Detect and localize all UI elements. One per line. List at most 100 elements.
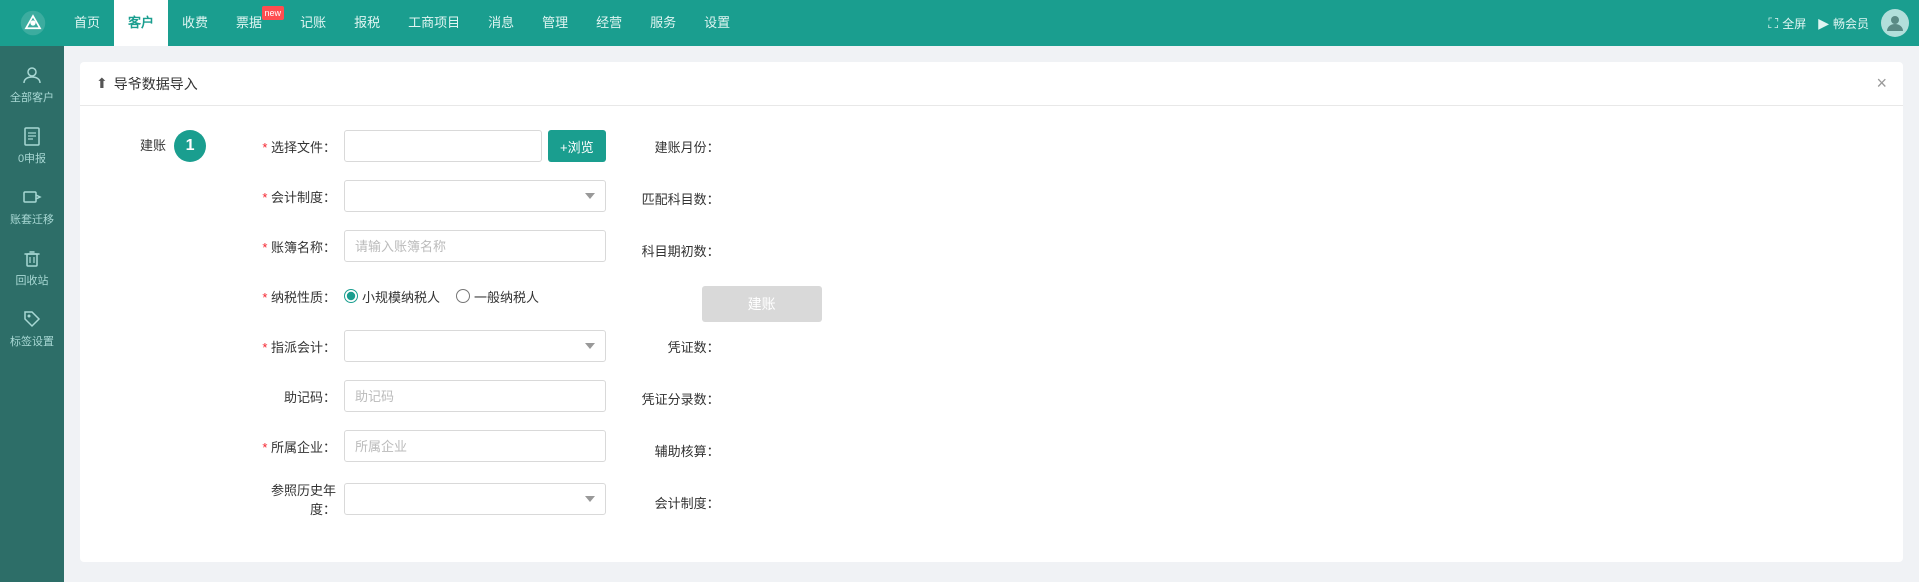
fullscreen-btn[interactable]: ⛶ 全屏	[1768, 15, 1806, 32]
migrate-icon	[21, 186, 43, 208]
accountant-row: 指派会计：	[254, 330, 606, 362]
sidebar-item-recycle[interactable]: 回收站	[0, 239, 64, 296]
sidebar-item-declare[interactable]: 0申报	[0, 117, 64, 174]
accounting-system-row: 会计制度：	[254, 180, 606, 212]
info-label-5: 辅助核算：	[638, 441, 728, 460]
import-icon: ⬆	[96, 75, 108, 92]
fullscreen-icon: ⛶	[1768, 15, 1778, 32]
ledger-name-row: 账簿名称：	[254, 230, 606, 262]
user-avatar[interactable]	[1881, 9, 1909, 37]
nav-operation[interactable]: 经营	[582, 0, 636, 46]
accounting-system-select[interactable]	[344, 180, 606, 212]
main-layout: 全部客户 0申报 账套迁移	[0, 46, 1919, 582]
sidebar-item-label: 账套迁移	[10, 211, 54, 227]
import-panel: ⬆ 导爷数据导入 × 建账 1	[80, 62, 1903, 562]
build-btn-row: 建账	[638, 286, 886, 322]
sidebar-item-tags[interactable]: 标签设置	[0, 300, 64, 357]
declare-icon	[21, 125, 43, 147]
nav-message[interactable]: 消息	[474, 0, 528, 46]
top-navigation: 首页 客户 收费 票据 new 记账 报税 工商项目 消息 管理 经营 服务 设…	[0, 0, 1919, 46]
nav-manage[interactable]: 管理	[528, 0, 582, 46]
info-row-4: 凭证分录数：	[638, 382, 886, 414]
info-label-4: 凭证分录数：	[638, 389, 728, 408]
browse-button[interactable]: +浏览	[548, 130, 606, 162]
sidebar-item-label: 0申报	[18, 150, 46, 166]
user-icon	[21, 64, 43, 86]
info-row-0: 建账月份：	[638, 130, 886, 162]
accountant-label: 指派会计：	[254, 337, 344, 356]
topnav-right: ⛶ 全屏 ▶ 畅会员	[1768, 9, 1909, 37]
info-label-1: 匹配科目数：	[638, 189, 728, 208]
nav-customer[interactable]: 客户	[114, 0, 168, 46]
form-area: 建账 1 选择文件： +浏览	[80, 106, 1903, 562]
nav-invoice[interactable]: 票据 new	[222, 0, 286, 46]
trash-icon	[21, 247, 43, 269]
app-logo	[10, 0, 56, 46]
info-label-3: 凭证数：	[638, 337, 728, 356]
info-row-1: 匹配科目数：	[638, 182, 886, 214]
sidebar-item-label: 标签设置	[10, 333, 54, 349]
build-button[interactable]: 建账	[702, 286, 822, 322]
radio-general-label: 一般纳税人	[474, 287, 539, 306]
step-circle: 1	[174, 130, 206, 162]
tax-type-label: 纳税性质：	[254, 287, 344, 306]
history-year-row: 参照历史年度：	[254, 480, 606, 518]
nav-items: 首页 客户 收费 票据 new 记账 报税 工商项目 消息 管理 经营 服务 设…	[60, 0, 1768, 46]
radio-small-scale-label: 小规模纳税人	[362, 287, 440, 306]
accounting-system-label: 会计制度：	[254, 187, 344, 206]
ledger-name-input[interactable]	[344, 230, 606, 262]
memo-label: 助记码：	[254, 387, 344, 406]
vip-btn[interactable]: ▶ 畅会员	[1818, 15, 1869, 32]
sidebar: 全部客户 0申报 账套迁移	[0, 46, 64, 582]
info-label-2: 科目期初数：	[638, 241, 728, 260]
left-section: 建账 1 选择文件： +浏览	[140, 130, 606, 538]
tax-type-group: 小规模纳税人 一般纳税人	[344, 280, 539, 312]
sidebar-item-label: 回收站	[16, 272, 49, 288]
info-label-0: 建账月份：	[638, 137, 728, 156]
info-row-2: 科目期初数：	[638, 234, 886, 266]
step-label: 建账	[140, 130, 166, 162]
right-info: 建账月份： 匹配科目数： 科目期初数： 建账	[606, 130, 886, 538]
panel-title: 导爷数据导入	[114, 74, 198, 94]
radio-general-input[interactable]	[456, 289, 470, 303]
history-year-label: 参照历史年度：	[254, 480, 344, 518]
info-label-6: 会计制度：	[638, 493, 728, 512]
nav-service[interactable]: 服务	[636, 0, 690, 46]
radio-general[interactable]: 一般纳税人	[456, 287, 539, 306]
nav-business-project[interactable]: 工商项目	[394, 0, 474, 46]
file-input[interactable]	[344, 130, 542, 162]
file-label: 选择文件：	[254, 137, 344, 156]
info-row-6: 会计制度：	[638, 486, 886, 518]
file-input-wrapper: +浏览	[344, 130, 606, 162]
info-row-3: 凭证数：	[638, 330, 886, 362]
nav-bookkeeping[interactable]: 记账	[286, 0, 340, 46]
panel-header: ⬆ 导爷数据导入 ×	[80, 62, 1903, 106]
step-section: 建账 1	[140, 130, 206, 162]
close-button[interactable]: ×	[1876, 74, 1887, 92]
nav-home[interactable]: 首页	[60, 0, 114, 46]
tag-icon	[21, 308, 43, 330]
company-row: 所属企业：	[254, 430, 606, 462]
sidebar-item-migrate[interactable]: 账套迁移	[0, 178, 64, 235]
tax-type-row: 纳税性质： 小规模纳税人 一般纳税人	[254, 280, 606, 312]
content-area: ⬆ 导爷数据导入 × 建账 1	[64, 46, 1919, 582]
nav-fee[interactable]: 收费	[168, 0, 222, 46]
sidebar-item-label: 全部客户	[10, 89, 54, 105]
radio-small-scale[interactable]: 小规模纳税人	[344, 287, 440, 306]
ledger-name-label: 账簿名称：	[254, 237, 344, 256]
left-form: 选择文件： +浏览 会计制度：	[254, 130, 606, 536]
nav-tax[interactable]: 报税	[340, 0, 394, 46]
file-row: 选择文件： +浏览	[254, 130, 606, 162]
sidebar-item-all-customers[interactable]: 全部客户	[0, 56, 64, 113]
accountant-select[interactable]	[344, 330, 606, 362]
company-input[interactable]	[344, 430, 606, 462]
history-year-select[interactable]	[344, 483, 606, 515]
memo-row: 助记码：	[254, 380, 606, 412]
memo-input[interactable]	[344, 380, 606, 412]
vip-icon: ▶	[1818, 15, 1829, 32]
info-row-5: 辅助核算：	[638, 434, 886, 466]
radio-small-scale-input[interactable]	[344, 289, 358, 303]
company-label: 所属企业：	[254, 437, 344, 456]
nav-settings[interactable]: 设置	[690, 0, 744, 46]
new-badge: new	[262, 6, 285, 20]
